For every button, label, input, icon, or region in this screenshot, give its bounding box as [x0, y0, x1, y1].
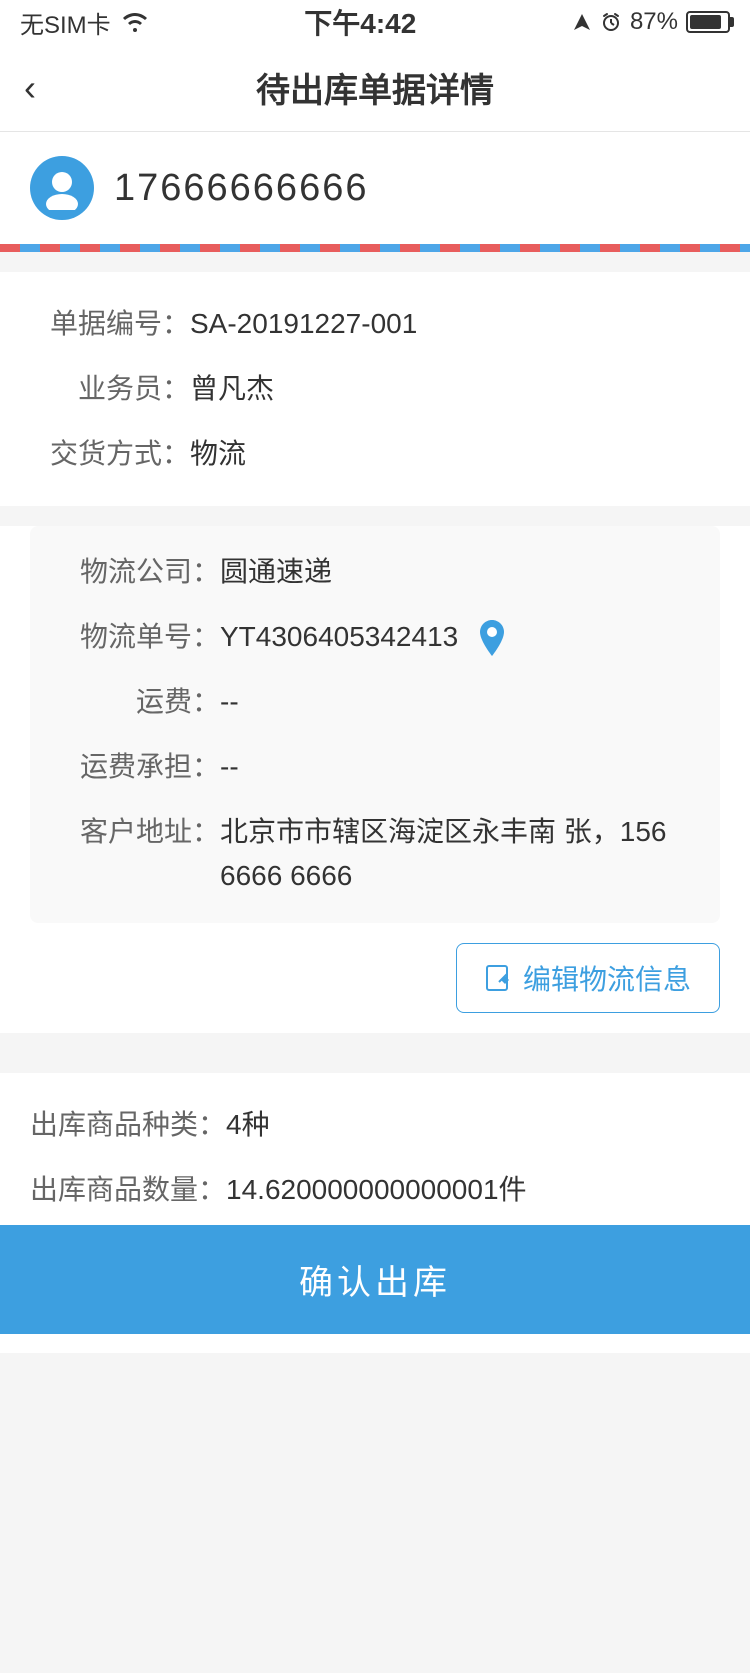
edit-icon — [485, 964, 513, 992]
confirm-button[interactable]: 确认出库 — [30, 1255, 720, 1304]
sales-person-value: 曾凡杰 — [190, 367, 720, 412]
logistics-tracking-row: 物流单号： YT4306405342413 — [60, 615, 690, 660]
address-label: 客户地址： — [60, 810, 220, 855]
order-info-section: 单据编号： SA-20191227-001 业务员： 曾凡杰 交货方式： 物流 — [0, 272, 750, 506]
freight-value: -- — [220, 680, 690, 725]
avatar — [30, 156, 94, 220]
location-icon — [572, 12, 592, 32]
sales-person-label: 业务员： — [30, 367, 190, 412]
freight-label: 运费： — [60, 680, 220, 725]
carrier-text: 无SIM卡 — [20, 5, 111, 40]
nav-bar: ‹ 待出库单据详情 — [0, 44, 750, 132]
status-bar: 无SIM卡 下午4:42 87% — [0, 0, 750, 44]
edit-logistics-label: 编辑物流信息 — [523, 958, 691, 998]
freight-bearer-value: -- — [220, 745, 690, 790]
delivery-method-value: 物流 — [190, 432, 720, 477]
address-row: 客户地址： 北京市市辖区海淀区永丰南 张，156 6666 6666 — [60, 810, 690, 900]
logistics-tracking-value: YT4306405342413 — [220, 615, 690, 660]
order-number-row: 单据编号： SA-20191227-001 — [30, 302, 720, 347]
address-value: 北京市市辖区海淀区永丰南 张，156 6666 6666 — [220, 810, 690, 900]
wifi-icon — [121, 12, 149, 32]
status-right: 87% — [572, 8, 730, 36]
goods-types-row: 出库商品种类： 4种 — [30, 1103, 720, 1148]
sales-person-row: 业务员： 曾凡杰 — [30, 367, 720, 412]
status-left: 无SIM卡 — [20, 5, 149, 40]
battery-icon — [686, 11, 730, 33]
map-pin-icon[interactable] — [474, 620, 510, 656]
content-spacer — [0, 1353, 750, 1553]
edit-logistics-button[interactable]: 编辑物流信息 — [456, 943, 720, 1013]
status-time: 下午4:42 — [304, 2, 416, 42]
user-phone: 17666666666 — [114, 167, 368, 210]
logistics-company-label: 物流公司： — [60, 550, 220, 595]
order-number-value: SA-20191227-001 — [190, 302, 720, 347]
freight-bearer-row: 运费承担： -- — [60, 745, 690, 790]
freight-row: 运费： -- — [60, 680, 690, 725]
goods-quantity-row: 出库商品数量： 14.620000000000001件 — [30, 1168, 720, 1213]
order-number-label: 单据编号： — [30, 302, 190, 347]
logistics-company-row: 物流公司： 圆通速递 — [60, 550, 690, 595]
goods-types-label: 出库商品种类： — [30, 1103, 226, 1148]
page-title: 待出库单据详情 — [256, 63, 494, 112]
confirm-btn-container: 确认出库 — [0, 1225, 750, 1334]
dashed-separator — [0, 244, 750, 252]
logistics-company-value: 圆通速递 — [220, 550, 690, 595]
goods-types-value: 4种 — [226, 1103, 720, 1148]
delivery-method-row: 交货方式： 物流 — [30, 432, 720, 477]
logistics-tracking-label: 物流单号： — [60, 615, 220, 660]
section-divider-1 — [0, 1033, 750, 1053]
freight-bearer-label: 运费承担： — [60, 745, 220, 790]
goods-section: 出库商品种类： 4种 出库商品数量： 14.620000000000001件 — [0, 1073, 750, 1243]
edit-logistics-section: 编辑物流信息 — [0, 923, 750, 1033]
goods-quantity-label: 出库商品数量： — [30, 1168, 226, 1213]
goods-quantity-value: 14.620000000000001件 — [226, 1168, 720, 1213]
back-button[interactable]: ‹ — [24, 67, 36, 109]
alarm-icon — [600, 11, 622, 33]
logistics-card: 物流公司： 圆通速递 物流单号： YT4306405342413 — [30, 526, 720, 923]
delivery-method-label: 交货方式： — [30, 432, 190, 477]
battery-percentage: 87% — [630, 8, 678, 36]
user-section: 17666666666 — [0, 132, 750, 244]
